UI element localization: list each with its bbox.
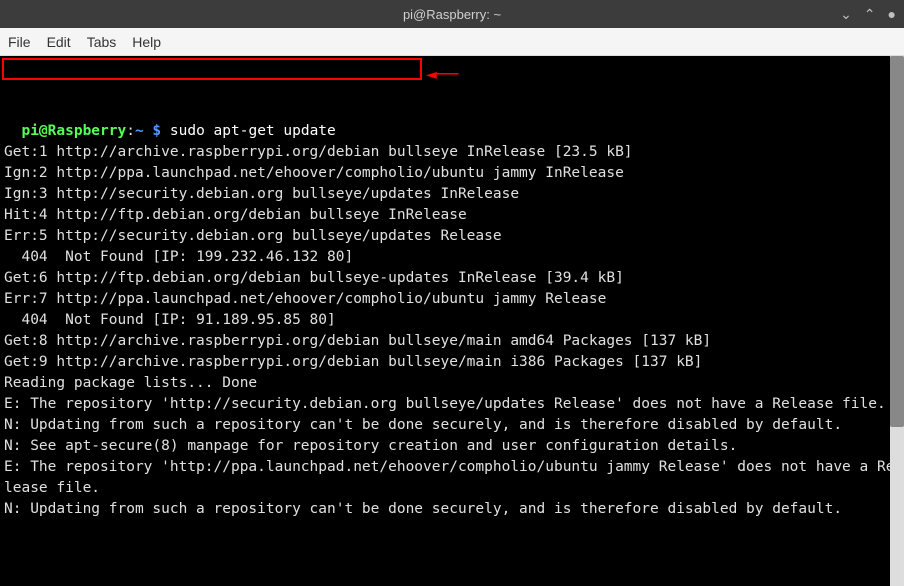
output-line: Get:1 http://archive.raspberrypi.org/deb… — [4, 144, 633, 160]
output-line: Err:5 http://security.debian.org bullsey… — [4, 228, 502, 244]
annotation-highlight-box — [2, 58, 422, 80]
output-line: Err:7 http://ppa.launchpad.net/ehoover/c… — [4, 291, 606, 307]
annotation-arrow-icon: ◄── — [426, 62, 459, 88]
menu-tabs[interactable]: Tabs — [87, 34, 117, 50]
output-line: Hit:4 http://ftp.debian.org/debian bulls… — [4, 207, 467, 223]
prompt-path: ~ — [135, 123, 144, 139]
output-line: Get:6 http://ftp.debian.org/debian bulls… — [4, 270, 624, 286]
output-line: Ign:2 http://ppa.launchpad.net/ehoover/c… — [4, 165, 624, 181]
menu-help[interactable]: Help — [132, 34, 161, 50]
prompt-dollar: $ — [144, 123, 170, 139]
terminal-area[interactable]: ◄── pi@Raspberry:~ $ sudo apt-get update… — [0, 56, 904, 586]
menu-file[interactable]: File — [8, 34, 31, 50]
window-controls: ⌄ ⌃ ● — [840, 6, 896, 23]
menu-edit[interactable]: Edit — [47, 34, 71, 50]
vertical-scrollbar[interactable] — [890, 56, 904, 586]
maximize-icon[interactable]: ⌃ — [864, 6, 876, 23]
output-line: 404 Not Found [IP: 91.189.95.85 80] — [4, 312, 336, 328]
window-titlebar: pi@Raspberry: ~ ⌄ ⌃ ● — [0, 0, 904, 28]
output-line: 404 Not Found [IP: 199.232.46.132 80] — [4, 249, 353, 265]
output-line: N: Updating from such a repository can't… — [4, 501, 842, 517]
output-line: E: The repository 'http://security.debia… — [4, 396, 886, 412]
close-icon[interactable]: ● — [888, 6, 896, 22]
output-line: N: Updating from such a repository can't… — [4, 417, 842, 433]
prompt-user-host: pi@Raspberry — [21, 123, 126, 139]
output-line: Get:8 http://archive.raspberrypi.org/deb… — [4, 333, 711, 349]
output-line: Reading package lists... Done — [4, 375, 257, 391]
window-title: pi@Raspberry: ~ — [403, 7, 501, 22]
prompt-colon: : — [126, 123, 135, 139]
minimize-icon[interactable]: ⌄ — [840, 6, 852, 23]
menu-bar: File Edit Tabs Help — [0, 28, 904, 56]
output-line: Get:9 http://archive.raspberrypi.org/deb… — [4, 354, 702, 370]
scrollbar-thumb[interactable] — [890, 56, 904, 427]
command-text: sudo apt-get update — [170, 123, 336, 139]
output-line: N: See apt-secure(8) manpage for reposit… — [4, 438, 737, 454]
output-line: Ign:3 http://security.debian.org bullsey… — [4, 186, 519, 202]
output-line: E: The repository 'http://ppa.launchpad.… — [4, 459, 894, 496]
